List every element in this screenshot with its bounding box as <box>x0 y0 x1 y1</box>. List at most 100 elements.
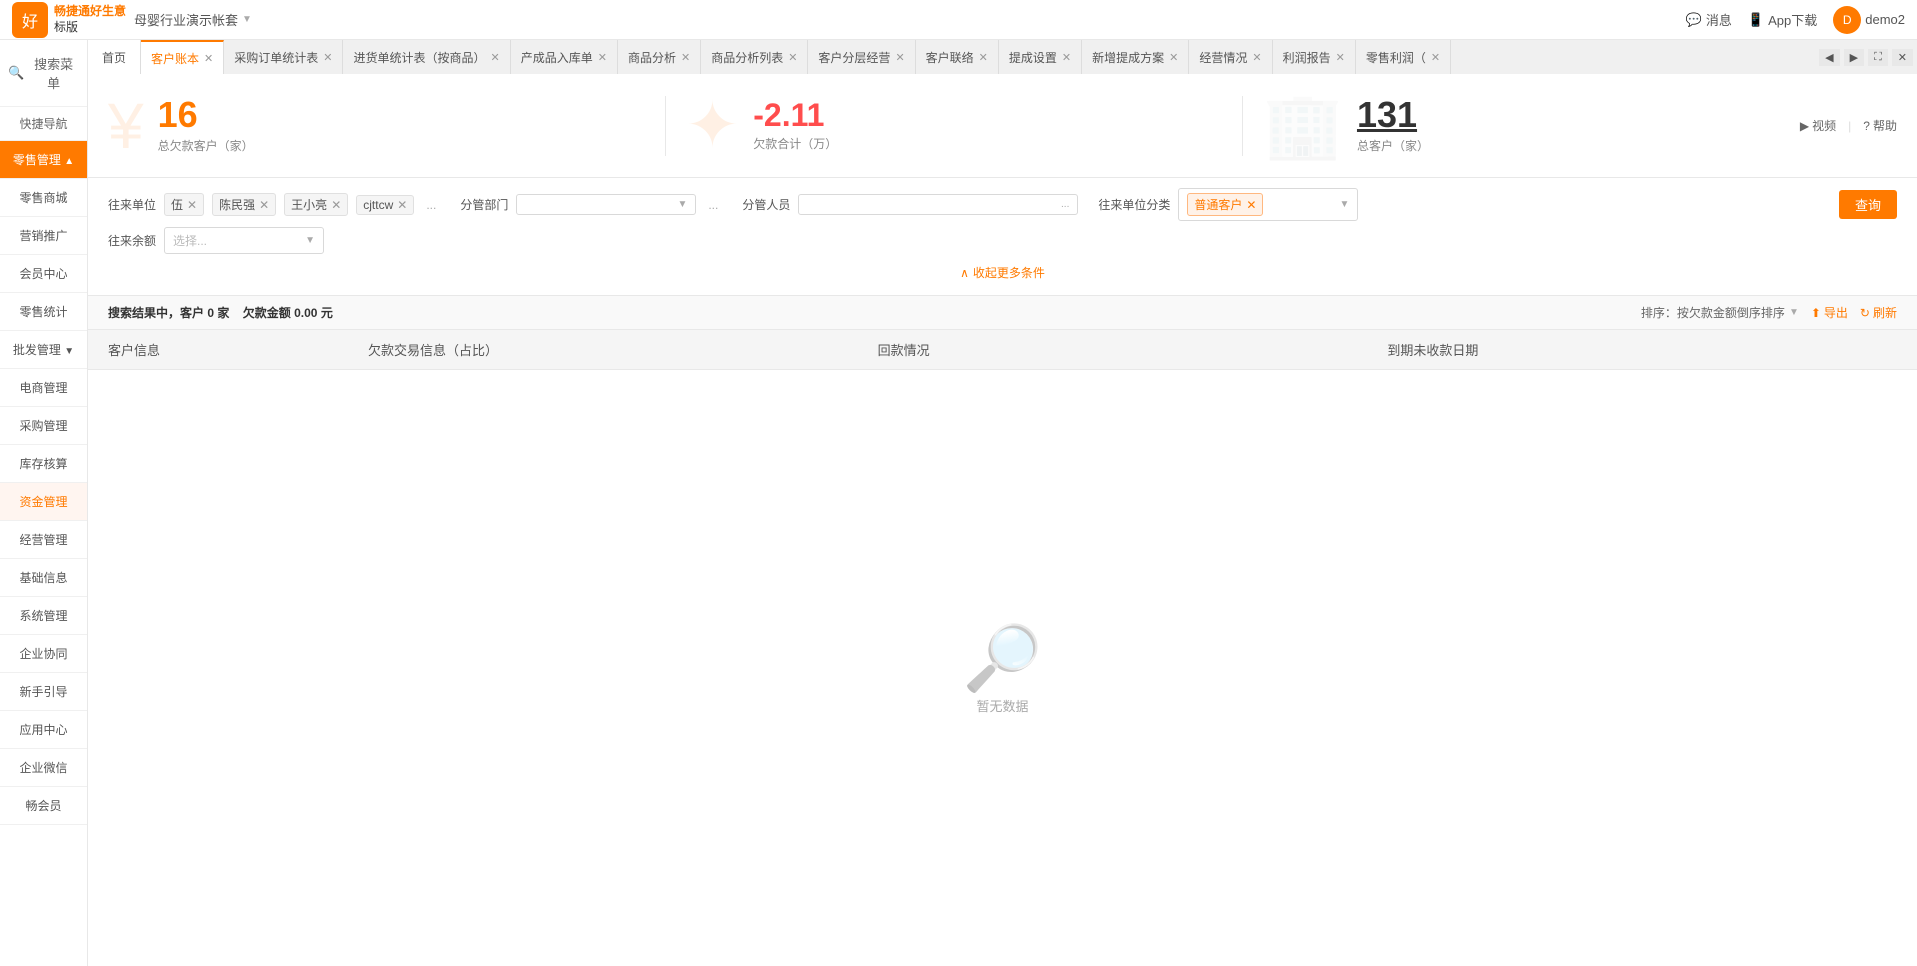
top-bar-right: 💬 消息 📱 App下载 D demo2 <box>1686 6 1905 34</box>
tab-bar: 首页 客户账本 ✕ 采购订单统计表 ✕ 进货单统计表（按商品） ✕ 产成品入库单… <box>88 40 1917 74</box>
chevron-down-icon: ... <box>1061 199 1069 210</box>
sidebar-item-basic-info[interactable]: 基础信息 <box>0 559 87 597</box>
message-button[interactable]: 💬 消息 <box>1686 10 1732 29</box>
search-menu-button[interactable]: 🔍 搜索菜单 <box>8 50 79 96</box>
export-icon: ⬆ <box>1811 306 1821 320</box>
tab-close-icon[interactable]: ✕ <box>598 51 607 64</box>
tab-close-icon[interactable]: ✕ <box>788 51 797 64</box>
sidebar-item-retail[interactable]: 零售管理 ▲ <box>0 141 87 179</box>
sidebar-item-new-guide[interactable]: 新手引导 <box>0 673 87 711</box>
tab-cost-inbound[interactable]: 产成品入库单 ✕ <box>511 40 618 74</box>
sidebar-item-wholesale[interactable]: 批发管理 ▼ <box>0 331 87 369</box>
stat-divider-1 <box>665 96 666 156</box>
remove-tag-wu[interactable]: ✕ <box>187 198 197 212</box>
unit-class-dropdown[interactable]: 普通客户 ✕ ▼ <box>1178 188 1358 221</box>
results-info: 搜索结果中，客户 0 家 欠款金额 0.00 元 <box>108 304 333 321</box>
tab-home[interactable]: 首页 <box>88 40 141 74</box>
account-selector[interactable]: 母婴行业演示帐套 ▼ <box>134 10 252 29</box>
tab-close-icon[interactable]: ✕ <box>1431 51 1440 64</box>
sidebar-item-purchase[interactable]: 采购管理 <box>0 407 87 445</box>
tab-prev-button[interactable]: ◀ <box>1819 49 1839 66</box>
logo-icon: 好 <box>12 2 48 38</box>
person-filter-label: 分管人员 <box>742 196 790 213</box>
stat-label-2: 欠款合计（万） <box>753 135 837 152</box>
tab-fullscreen-button[interactable]: ⛶ <box>1868 49 1888 66</box>
chevron-down-icon: ▼ <box>305 235 315 246</box>
stat-info-2: -2.11 欠款合计（万） <box>753 99 837 152</box>
quick-nav-button[interactable]: 快捷导航 <box>0 107 87 141</box>
dept-more-btn[interactable]: ... <box>704 196 722 214</box>
filter-tag-cjttcw: cjttcw ✕ <box>356 195 414 215</box>
query-button[interactable]: 查询 <box>1839 190 1897 219</box>
tab-next-button[interactable]: ▶ <box>1844 49 1864 66</box>
stat-bg-icon-2: ✦ <box>686 88 740 163</box>
sidebar-item-retail-mall[interactable]: 零售商城 <box>0 179 87 217</box>
balance-dropdown[interactable]: 选择... ▼ <box>164 227 324 254</box>
sidebar-item-app-center[interactable]: 应用中心 <box>0 711 87 749</box>
logo-text: 畅捷通好生意 标版 <box>54 4 126 35</box>
tab-close-icon[interactable]: ✕ <box>204 52 213 65</box>
remove-tag-cjttcw[interactable]: ✕ <box>397 198 407 212</box>
tab-new-promo[interactable]: 新增提成方案 ✕ <box>1082 40 1189 74</box>
tab-customer-contact[interactable]: 客户联络 ✕ <box>916 40 999 74</box>
chevron-down-icon: ▼ <box>677 199 687 210</box>
tab-close-icon[interactable]: ✕ <box>895 51 904 64</box>
app-download-button[interactable]: 📱 App下载 <box>1748 10 1817 29</box>
refresh-button[interactable]: ↻ 刷新 <box>1860 304 1897 321</box>
sidebar-item-enterprise-coop[interactable]: 企业协同 <box>0 635 87 673</box>
tab-close-icon[interactable]: ✕ <box>323 51 332 64</box>
col-payment: 回款情况 <box>878 340 1388 359</box>
stat-bg-icon-1: ¥ <box>108 89 144 163</box>
tab-close-icon[interactable]: ✕ <box>491 51 500 64</box>
tab-close-icon[interactable]: ✕ <box>1169 51 1178 64</box>
sidebar-item-system[interactable]: 系统管理 <box>0 597 87 635</box>
sidebar-item-marketing[interactable]: 营销推广 <box>0 217 87 255</box>
stat-block-3: 🏢 131 总客户（家） <box>1263 88 1800 163</box>
table-header: 客户信息 欠款交易信息（占比） 回款情况 到期未收款日期 <box>88 330 1917 370</box>
user-avatar[interactable]: D demo2 <box>1833 6 1905 34</box>
filter-more-button[interactable]: ... <box>422 196 440 214</box>
tab-close-icon[interactable]: ✕ <box>681 51 690 64</box>
chevron-up-icon: ∧ <box>960 266 969 280</box>
tab-retail-profit[interactable]: 零售利润（ ✕ <box>1356 40 1451 74</box>
tab-close-icon[interactable]: ✕ <box>1062 51 1071 64</box>
col-debt-info: 欠款交易信息（占比） <box>368 340 878 359</box>
tab-goods-analysis-list[interactable]: 商品分析列表 ✕ <box>701 40 808 74</box>
remove-tag-wang[interactable]: ✕ <box>331 198 341 212</box>
remove-tag-chen[interactable]: ✕ <box>259 198 269 212</box>
chevron-icon: ▲ <box>64 156 74 167</box>
sidebar-item-operations[interactable]: 经营管理 <box>0 521 87 559</box>
sidebar-item-vip-member[interactable]: 畅会员 <box>0 787 87 825</box>
tab-purchase-order[interactable]: 采购订单统计表 ✕ <box>224 40 343 74</box>
remove-unit-class[interactable]: ✕ <box>1246 198 1256 212</box>
help-button[interactable]: ? 帮助 <box>1863 117 1897 134</box>
tab-close-icon[interactable]: ✕ <box>1252 51 1261 64</box>
tab-close-all-button[interactable]: ✕ <box>1892 49 1913 66</box>
results-bar: 搜索结果中，客户 0 家 欠款金额 0.00 元 排序：按欠款金额倒序排序 ▼ … <box>88 296 1917 330</box>
tab-close-icon[interactable]: ✕ <box>1336 51 1345 64</box>
tab-inbound-stats[interactable]: 进货单统计表（按商品） ✕ <box>343 40 510 74</box>
tab-accounts[interactable]: 客户账本 ✕ <box>141 40 224 74</box>
balance-filter-label: 往来余额 <box>108 232 156 249</box>
sidebar-item-inventory[interactable]: 库存核算 <box>0 445 87 483</box>
sidebar-item-enterprise-wechat[interactable]: 企业微信 <box>0 749 87 787</box>
sort-select[interactable]: 排序：按欠款金额倒序排序 ▼ <box>1641 304 1799 321</box>
col-overdue-date: 到期未收款日期 <box>1387 340 1897 359</box>
person-dropdown[interactable]: ... <box>798 194 1078 215</box>
export-button[interactable]: ⬆ 导出 <box>1811 304 1848 321</box>
video-button[interactable]: ▶ 视频 <box>1800 117 1836 134</box>
sidebar-item-retail-stats[interactable]: 零售统计 <box>0 293 87 331</box>
tab-customer-tier[interactable]: 客户分层经营 ✕ <box>808 40 915 74</box>
sidebar-item-member[interactable]: 会员中心 <box>0 255 87 293</box>
dept-filter-label: 分管部门 <box>460 196 508 213</box>
tab-goods-analysis[interactable]: 商品分析 ✕ <box>618 40 701 74</box>
tab-close-icon[interactable]: ✕ <box>979 51 988 64</box>
sidebar-search-section: 🔍 搜索菜单 <box>0 40 87 107</box>
dept-dropdown[interactable]: ▼ <box>516 194 696 215</box>
sidebar-item-ecommerce[interactable]: 电商管理 <box>0 369 87 407</box>
tab-promo-settings[interactable]: 提成设置 ✕ <box>999 40 1082 74</box>
collapse-filter-button[interactable]: ∧ 收起更多条件 <box>108 260 1897 285</box>
tab-profit-report[interactable]: 利润报告 ✕ <box>1273 40 1356 74</box>
sidebar-item-finance[interactable]: 资金管理 <box>0 483 87 521</box>
tab-business-status[interactable]: 经营情况 ✕ <box>1189 40 1272 74</box>
